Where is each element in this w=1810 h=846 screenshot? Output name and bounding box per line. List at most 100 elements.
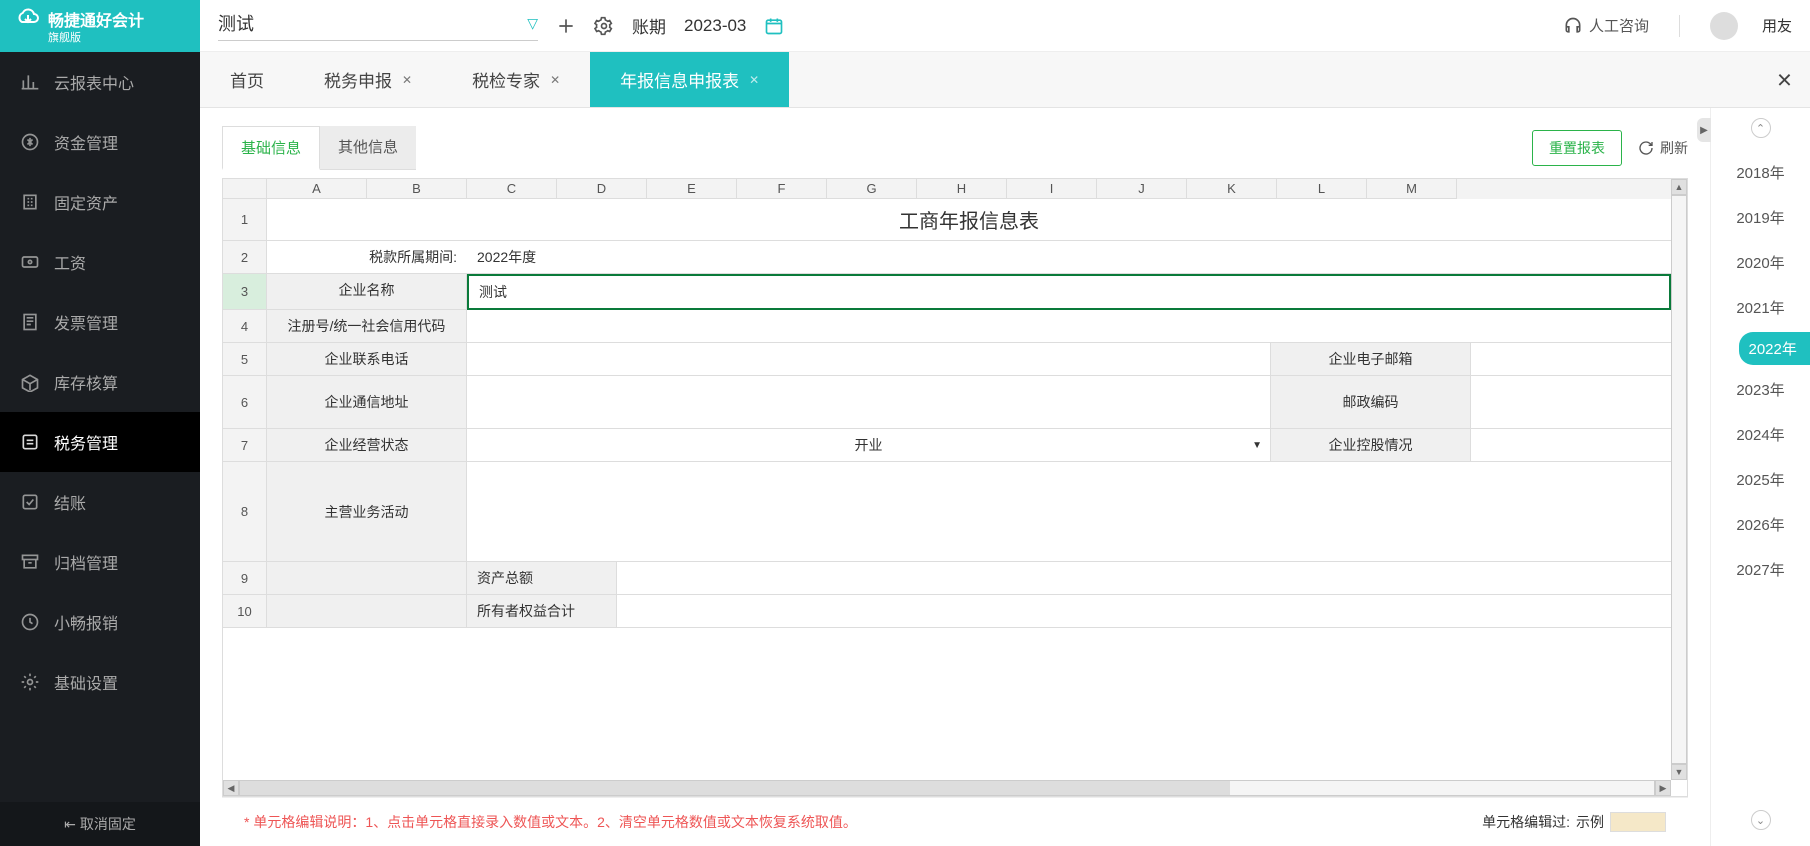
support-link[interactable]: 人工咨询 <box>1563 15 1649 36</box>
sidebar-item-expense[interactable]: 小畅报销 <box>0 592 200 652</box>
phone-cell[interactable] <box>467 343 1271 376</box>
add-icon[interactable] <box>556 16 576 36</box>
postcode-cell[interactable] <box>1471 376 1671 429</box>
column-header[interactable]: J <box>1097 179 1187 199</box>
column-header[interactable]: A <box>267 179 367 199</box>
select-all-corner[interactable] <box>223 179 267 199</box>
cell-merged <box>267 562 467 595</box>
sidebar-item-tax[interactable]: 税务管理 <box>0 412 200 472</box>
column-header[interactable]: M <box>1367 179 1457 199</box>
scroll-up-years[interactable]: ⌃ <box>1751 118 1771 138</box>
year-item[interactable]: 2018年 <box>1731 152 1791 193</box>
column-header[interactable]: D <box>557 179 647 199</box>
close-icon[interactable]: ✕ <box>550 73 560 87</box>
scroll-right-icon[interactable]: ▶ <box>1655 780 1671 796</box>
row-number[interactable]: 1 <box>223 199 267 241</box>
username[interactable]: 用友 <box>1762 15 1792 36</box>
year-item[interactable]: 2022年 <box>1739 332 1810 365</box>
row-number[interactable]: 10 <box>223 595 267 628</box>
subtab[interactable]: 基础信息 <box>222 126 320 170</box>
column-header[interactable]: I <box>1007 179 1097 199</box>
year-item[interactable]: 2019年 <box>1731 197 1791 238</box>
sidebar-item-label: 库存核算 <box>54 370 118 394</box>
tab[interactable]: 首页 <box>200 52 294 107</box>
row-number[interactable]: 5 <box>223 343 267 376</box>
year-item[interactable]: 2027年 <box>1731 549 1791 590</box>
refresh-label: 刷新 <box>1660 138 1688 158</box>
reset-report-button[interactable]: 重置报表 <box>1532 130 1622 166</box>
tab[interactable]: 税检专家✕ <box>442 52 590 107</box>
cell-label: 企业电子邮箱 <box>1271 343 1471 376</box>
sidebar-item-settings[interactable]: 基础设置 <box>0 652 200 712</box>
cell-label: 企业联系电话 <box>267 343 467 376</box>
close-icon[interactable]: ✕ <box>402 73 412 87</box>
column-header[interactable]: B <box>367 179 467 199</box>
sidebar-item-building[interactable]: 固定资产 <box>0 172 200 232</box>
row-number[interactable]: 4 <box>223 310 267 343</box>
scroll-down-icon[interactable]: ▼ <box>1671 764 1687 780</box>
horizontal-scrollbar[interactable]: ◀ ▶ <box>223 780 1671 796</box>
sidebar-item-money[interactable]: 资金管理 <box>0 112 200 172</box>
scroll-down-years[interactable]: ⌄ <box>1751 810 1771 830</box>
cell-label: 企业经营状态 <box>267 429 467 462</box>
row-number[interactable]: 2 <box>223 241 267 274</box>
period-value[interactable]: 2023-03 <box>684 16 746 36</box>
column-header[interactable]: C <box>467 179 557 199</box>
owner-equity-cell[interactable] <box>617 595 1671 628</box>
holding-cell[interactable] <box>1471 429 1671 462</box>
sidebar-item-invoice[interactable]: 发票管理 <box>0 292 200 352</box>
sidebar-item-label: 固定资产 <box>54 190 118 214</box>
column-header[interactable]: G <box>827 179 917 199</box>
stock-icon <box>20 372 40 392</box>
vertical-scrollbar[interactable]: ▲ ▼ <box>1671 179 1687 780</box>
year-item[interactable]: 2024年 <box>1731 414 1791 455</box>
credit-code-cell[interactable] <box>467 310 1671 343</box>
support-label: 人工咨询 <box>1589 15 1649 36</box>
year-item[interactable]: 2026年 <box>1731 504 1791 545</box>
row-number[interactable]: 6 <box>223 376 267 429</box>
sidebar-item-close-period[interactable]: 结账 <box>0 472 200 532</box>
sidebar-item-salary[interactable]: 工资 <box>0 232 200 292</box>
row-number[interactable]: 7 <box>223 429 267 462</box>
main-business-cell[interactable] <box>467 462 1671 562</box>
gear-icon[interactable] <box>594 16 614 36</box>
cell-label: 邮政编码 <box>1271 376 1471 429</box>
total-assets-cell[interactable] <box>617 562 1671 595</box>
year-item[interactable]: 2023年 <box>1731 369 1791 410</box>
avatar[interactable] <box>1710 12 1738 40</box>
refresh-button[interactable]: 刷新 <box>1638 138 1688 158</box>
tab-label: 首页 <box>230 67 264 92</box>
business-status-dropdown[interactable]: 开业 ▼ <box>467 429 1271 462</box>
column-header[interactable]: K <box>1187 179 1277 199</box>
year-item[interactable]: 2021年 <box>1731 287 1791 328</box>
sidebar-item-archive[interactable]: 归档管理 <box>0 532 200 592</box>
column-header[interactable]: E <box>647 179 737 199</box>
company-name-cell[interactable]: 测试 <box>467 274 1671 310</box>
column-header[interactable]: L <box>1277 179 1367 199</box>
company-selector[interactable]: 测试 ▽ <box>218 10 538 41</box>
sample-label: 示例 <box>1576 812 1604 832</box>
year-item[interactable]: 2025年 <box>1731 459 1791 500</box>
unpin-sidebar[interactable]: ⇤ 取消固定 <box>0 802 200 846</box>
email-cell[interactable] <box>1471 343 1671 376</box>
scroll-left-icon[interactable]: ◀ <box>223 780 239 796</box>
close-icon[interactable]: ✕ <box>749 73 759 87</box>
sidebar-item-stock[interactable]: 库存核算 <box>0 352 200 412</box>
address-cell[interactable] <box>467 376 1271 429</box>
row-number[interactable]: 8 <box>223 462 267 562</box>
close-all-tabs[interactable]: × <box>1777 64 1792 95</box>
brand-name: 畅捷通好会计 <box>48 7 144 31</box>
tab[interactable]: 年报信息申报表✕ <box>590 52 789 107</box>
scroll-up-icon[interactable]: ▲ <box>1671 179 1687 195</box>
column-header[interactable]: F <box>737 179 827 199</box>
calendar-icon[interactable] <box>764 16 784 36</box>
tab[interactable]: 税务申报✕ <box>294 52 442 107</box>
column-header[interactable]: H <box>917 179 1007 199</box>
row-number[interactable]: 3 <box>223 274 267 310</box>
year-item[interactable]: 2020年 <box>1731 242 1791 283</box>
rail-collapse-handle[interactable]: ▶ <box>1697 118 1711 142</box>
sidebar-item-chart[interactable]: 云报表中心 <box>0 52 200 112</box>
sample-swatch <box>1610 812 1666 832</box>
row-number[interactable]: 9 <box>223 562 267 595</box>
subtab[interactable]: 其他信息 <box>320 126 416 169</box>
